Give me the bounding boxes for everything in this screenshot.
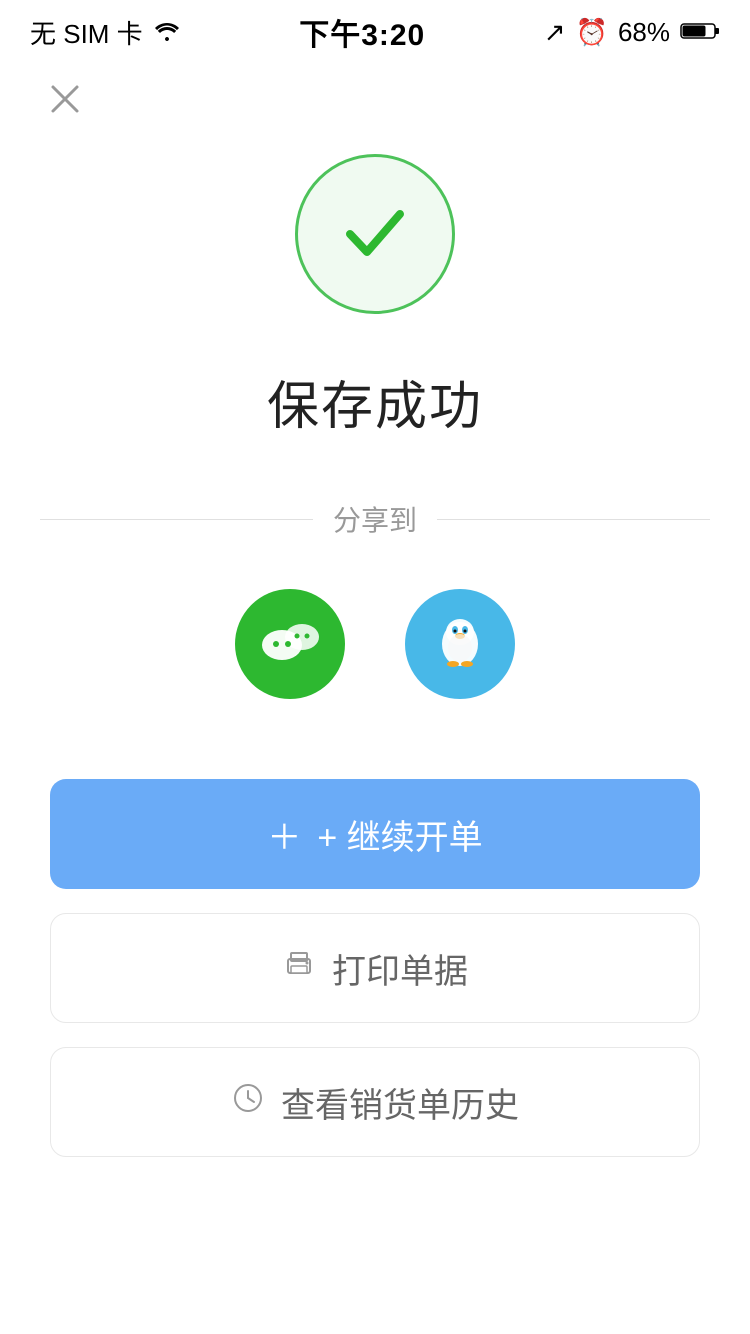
- history-button[interactable]: 查看销货单历史: [50, 1047, 700, 1157]
- status-bar: 无 SIM 卡 下午3:20 ↗ ⏰ 68%: [0, 0, 750, 64]
- status-time: 下午3:20: [299, 10, 425, 54]
- history-label: 查看销货单历史: [281, 1078, 519, 1127]
- success-circle: [295, 154, 455, 314]
- print-icon: [282, 947, 316, 990]
- wifi-icon: [153, 17, 181, 48]
- continue-button[interactable]: ＋ + 继续开单: [50, 779, 700, 889]
- check-icon: [335, 192, 415, 277]
- divider-left: [40, 519, 313, 520]
- print-label: 打印单据: [332, 944, 468, 993]
- print-button[interactable]: 打印单据: [50, 913, 700, 1023]
- carrier-text: 无 SIM 卡: [30, 14, 143, 51]
- continue-icon: ＋: [267, 810, 301, 859]
- main-content: 保存成功 分享到: [0, 64, 750, 1157]
- qq-share-button[interactable]: [405, 589, 515, 699]
- share-icons: [40, 589, 710, 699]
- status-right: ↗ ⏰ 68%: [544, 17, 720, 48]
- location-icon: ↗: [544, 17, 566, 48]
- history-icon: [231, 1081, 265, 1124]
- success-title: 保存成功: [267, 364, 483, 439]
- share-label: 分享到: [333, 499, 417, 539]
- divider-right: [437, 519, 710, 520]
- share-divider: 分享到: [40, 499, 710, 539]
- wechat-share-button[interactable]: [235, 589, 345, 699]
- alarm-icon: ⏰: [576, 17, 608, 48]
- close-button[interactable]: [40, 74, 90, 124]
- status-left: 无 SIM 卡: [30, 14, 181, 51]
- continue-label: + 继续开单: [317, 810, 482, 859]
- action-buttons: ＋ + 继续开单 打印单据 查看销货单: [0, 779, 750, 1157]
- battery-text: 68%: [618, 17, 670, 48]
- battery-icon: [680, 17, 720, 48]
- share-section: 分享到: [0, 499, 750, 699]
